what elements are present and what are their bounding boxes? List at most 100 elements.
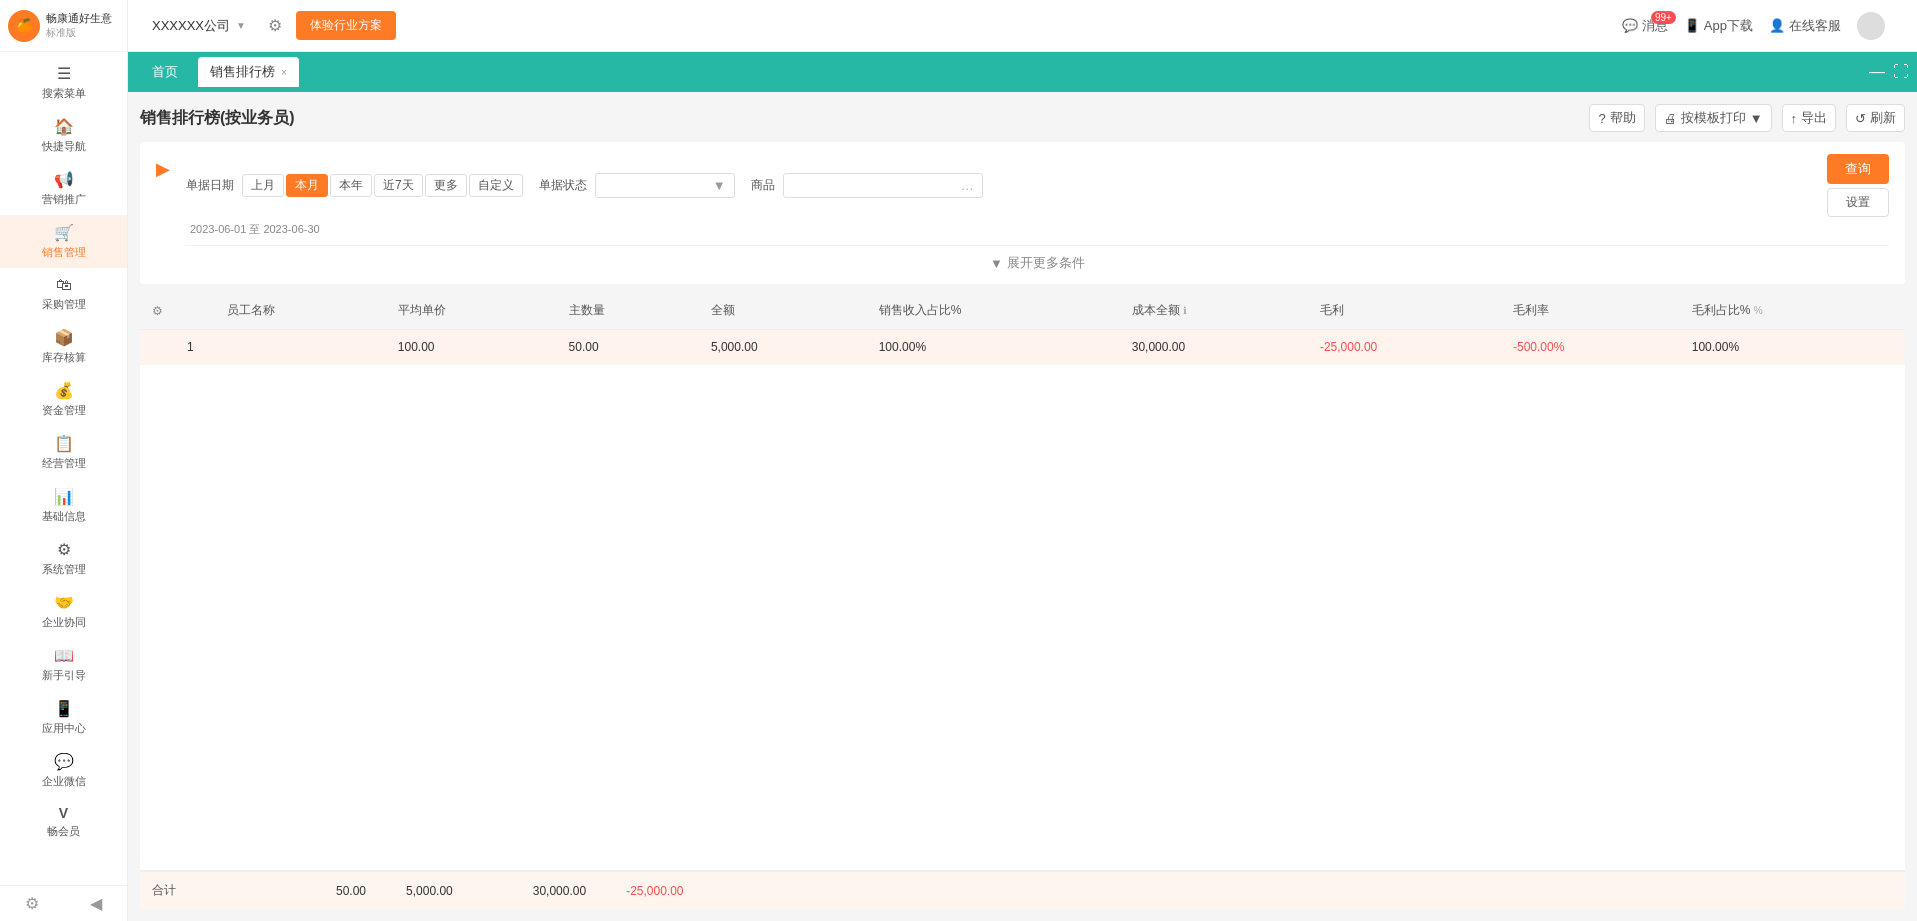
sidebar-item-purchase[interactable]: 🛍 采购管理 [0,268,127,320]
sidebar-item-basic[interactable]: 📊 基础信息 [0,479,127,532]
row-quantity: 50.00 [557,330,699,365]
purchase-icon: 🛍 [56,276,72,294]
filter-expand-icon[interactable]: ▶ [156,158,170,180]
online-service-button[interactable]: 👤 在线客服 [1769,17,1841,35]
message-badge: 99+ [1651,11,1676,24]
th-settings[interactable]: ⚙ [140,292,175,330]
status-filter-label: 单据状态 [539,177,587,194]
filter-panel: ▶ 单据日期 上月 本月 本年 近7天 更多 [140,142,1905,284]
sidebar-item-appstore[interactable]: 📱 应用中心 [0,691,127,744]
guide-icon: 📖 [54,646,74,665]
footer-cost: 30,000.00 [533,884,586,898]
th-cost: 成本全额 ℹ [1120,292,1308,330]
tabbar: 首页 销售排行榜 × — ⛶ [128,52,1917,92]
sidebar-item-wechat[interactable]: 💬 企业微信 [0,744,127,797]
table-header: ⚙ 员工名称 平均单价 主数量 全额 销售收入占比% 成本全额 ℹ 毛利 毛利率… [140,292,1905,330]
avatar[interactable] [1857,12,1885,40]
expand-row: ▼ 展开更多条件 [186,245,1889,272]
company-selector[interactable]: XXXXXX公司 ▼ [144,13,254,39]
profit-pct-info-icon[interactable]: % [1754,305,1763,316]
row-settings [140,330,175,365]
collab-icon: 🤝 [54,593,74,612]
this-month-btn[interactable]: 本月 [286,174,328,197]
sidebar-item-collab[interactable]: 🤝 企业协同 [0,585,127,638]
tab-expand-icon[interactable]: ⛶ [1893,63,1909,81]
sidebar: 🍊 畅康通好生意 标准版 ☰ 搜索菜单 🏠 快捷导航 📢 营销推广 🛒 销售管理… [0,0,128,921]
table-body: 1 100.00 50.00 5,000.00 100.00% 30,000.0… [140,330,1905,365]
sidebar-bottom: ⚙ ◀ [0,885,127,921]
th-quantity: 主数量 [557,292,699,330]
sidebar-item-business[interactable]: 📋 经营管理 [0,426,127,479]
sidebar-item-system[interactable]: ⚙ 系统管理 [0,532,127,585]
inventory-icon: 📦 [54,328,74,347]
last7-btn[interactable]: 近7天 [374,174,423,197]
th-profit: 毛利 [1308,292,1501,330]
filter-row-1: 单据日期 上月 本月 本年 近7天 更多 自定义 [186,154,1889,217]
tab-minimize-icon[interactable]: — [1869,63,1885,81]
app-download-button[interactable]: 📱 App下载 [1684,17,1753,35]
status-select[interactable]: ▼ [595,173,735,198]
th-employee: 员工名称 [215,292,386,330]
tab-close-icon[interactable]: × [281,67,287,78]
table-wrapper: ⚙ 员工名称 平均单价 主数量 全额 销售收入占比% 成本全额 ℹ 毛利 毛利率… [140,292,1905,870]
print-button[interactable]: 🖨 按模板打印 ▼ [1655,104,1772,132]
row-sales-pct: 100.00% [867,330,1120,365]
print-dropdown-icon: ▼ [1750,111,1763,126]
more-btn[interactable]: 更多 [425,174,467,197]
logo-line2: 标准版 [46,26,112,40]
logo-line1: 畅康通好生意 [46,11,112,26]
business-icon: 📋 [54,434,74,453]
sidebar-item-sales[interactable]: 🛒 销售管理 [0,215,127,268]
row-profit-pct: 100.00% [1680,330,1905,365]
table-row: 1 100.00 50.00 5,000.00 100.00% 30,000.0… [140,330,1905,365]
sidebar-settings-icon[interactable]: ⚙ [25,894,39,913]
member-icon: V [59,805,68,821]
sidebar-item-quick-nav[interactable]: 🏠 快捷导航 [0,109,127,162]
trial-button[interactable]: 体验行业方案 [296,11,396,40]
page-header: 销售排行榜(按业务员) ? 帮助 🖨 按模板打印 ▼ ↑ 导出 ↺ 刷新 [140,104,1905,132]
company-settings-icon[interactable]: ⚙ [268,16,282,35]
sidebar-item-member[interactable]: V 畅会员 [0,797,127,847]
sidebar-item-marketing[interactable]: 📢 营销推广 [0,162,127,215]
export-button[interactable]: ↑ 导出 [1782,104,1837,132]
th-profit-rate: 毛利率 [1501,292,1680,330]
help-button[interactable]: ? 帮助 [1589,104,1644,132]
sidebar-item-search-order[interactable]: ☰ 搜索菜单 [0,56,127,109]
goods-more-icon[interactable]: … [961,178,974,193]
main-area: XXXXXX公司 ▼ ⚙ 体验行业方案 💬 消息 99+ 📱 App下载 👤 在… [128,0,1917,921]
sidebar-item-guide[interactable]: 📖 新手引导 [0,638,127,691]
prev-month-btn[interactable]: 上月 [242,174,284,197]
date-range-display: 2023-06-01 至 2023-06-30 [190,223,320,235]
cost-info-icon[interactable]: ℹ [1183,305,1187,316]
settings-button[interactable]: 设置 [1827,188,1889,217]
footer-amount: 5,000.00 [406,884,453,898]
refresh-button[interactable]: ↺ 刷新 [1846,104,1905,132]
date-filter-label: 单据日期 [186,177,234,194]
this-year-btn[interactable]: 本年 [330,174,372,197]
th-avg-price: 平均单价 [386,292,557,330]
sidebar-nav: ☰ 搜索菜单 🏠 快捷导航 📢 营销推广 🛒 销售管理 🛍 采购管理 📦 库存核… [0,52,127,885]
sidebar-collapse-icon[interactable]: ◀ [90,894,102,913]
sidebar-item-finance[interactable]: 💰 资金管理 [0,373,127,426]
goods-input[interactable]: … [783,173,983,198]
sidebar-item-inventory[interactable]: 📦 库存核算 [0,320,127,373]
expand-conditions-label: 展开更多条件 [1007,254,1085,272]
topbar: XXXXXX公司 ▼ ⚙ 体验行业方案 💬 消息 99+ 📱 App下载 👤 在… [128,0,1917,52]
th-rank [175,292,215,330]
expand-conditions-btn[interactable]: ▼ 展开更多条件 [990,254,1085,272]
print-icon: 🖨 [1664,111,1677,126]
footer-profit: -25,000.00 [626,884,683,898]
date-buttons: 上月 本月 本年 近7天 更多 自定义 [242,174,523,197]
row-rank: 1 [175,330,215,365]
tab-sales-ranking[interactable]: 销售排行榜 × [198,57,299,87]
message-icon: 💬 [1622,18,1638,33]
content: 销售排行榜(按业务员) ? 帮助 🖨 按模板打印 ▼ ↑ 导出 ↺ 刷新 [128,92,1917,921]
row-profit-rate: -500.00% [1501,330,1680,365]
custom-btn[interactable]: 自定义 [469,174,523,197]
message-button[interactable]: 💬 消息 99+ [1622,17,1668,35]
tab-actions: — ⛶ [1869,63,1909,81]
goods-filter-group: 商品 … [751,173,983,198]
tab-home[interactable]: 首页 [136,52,194,92]
appstore-icon: 📱 [54,699,74,718]
query-button[interactable]: 查询 [1827,154,1889,184]
